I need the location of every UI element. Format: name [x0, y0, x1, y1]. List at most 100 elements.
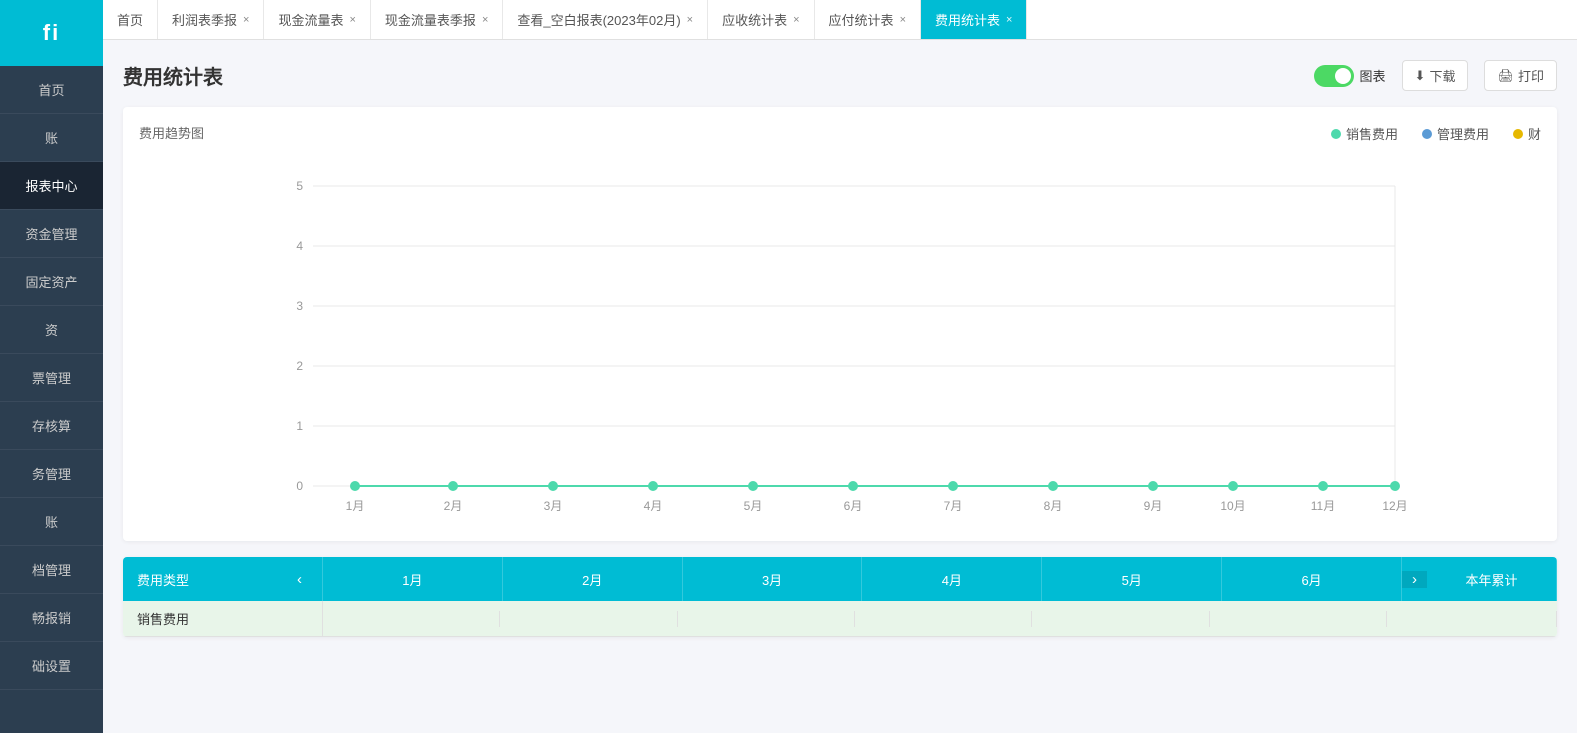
- svg-text:9月: 9月: [1144, 499, 1163, 513]
- sidebar-item-inventory[interactable]: 存核算: [0, 402, 103, 450]
- tab-blank-report[interactable]: 查看_空白报表(2023年02月) ×: [503, 0, 708, 39]
- print-label: 打印: [1518, 66, 1544, 85]
- svg-text:2月: 2月: [444, 499, 463, 513]
- dot-feb: [448, 481, 458, 491]
- page-title: 费用统计表: [123, 61, 223, 90]
- svg-text:1: 1: [296, 419, 303, 433]
- th-month-2: 2月: [503, 557, 683, 601]
- sidebar-item-archive[interactable]: 档管理: [0, 546, 103, 594]
- dot-dec: [1390, 481, 1400, 491]
- trend-chart: 5 4 3 2 1 0: [139, 152, 1541, 522]
- sidebar-item-funds[interactable]: 资金管理: [0, 210, 103, 258]
- svg-text:5: 5: [296, 179, 303, 193]
- legend-sales-label: 销售费用: [1346, 124, 1398, 143]
- td-sales-m3: [678, 611, 855, 627]
- sidebar-item-home[interactable]: 首页: [0, 66, 103, 114]
- dot-mar: [548, 481, 558, 491]
- sidebar-item-service[interactable]: 务管理: [0, 450, 103, 498]
- dot-nov: [1318, 481, 1328, 491]
- svg-text:1月: 1月: [346, 499, 365, 513]
- tab-receivable[interactable]: 应收统计表 ×: [708, 0, 814, 39]
- svg-text:5月: 5月: [744, 499, 763, 513]
- data-table: 费用类型 ‹ 1月 2月 3月 4月 5月 6月 › 本年累计 销售费用: [123, 557, 1557, 637]
- download-button[interactable]: ⬇ 下载: [1402, 60, 1469, 91]
- dot-apr: [648, 481, 658, 491]
- tab-expense-stats[interactable]: 费用统计表 ×: [921, 0, 1027, 39]
- close-tab-receivable[interactable]: ×: [793, 14, 799, 26]
- tab-profit-quarterly[interactable]: 利润表季报 ×: [158, 0, 264, 39]
- svg-text:12月: 12月: [1382, 499, 1407, 513]
- sidebar-item-assets[interactable]: 固定资产: [0, 258, 103, 306]
- chart-toggle-label: 图表: [1314, 65, 1386, 87]
- main-area: 首页 利润表季报 × 现金流量表 × 现金流量表季报 × 查看_空白报表(202…: [103, 0, 1577, 733]
- th-month-6: 6月: [1222, 557, 1402, 601]
- chart-container: 5 4 3 2 1 0: [139, 152, 1541, 525]
- download-icon: ⬇: [1415, 68, 1426, 84]
- dot-jan: [350, 481, 360, 491]
- close-tab-cashflow-quarterly[interactable]: ×: [482, 14, 488, 26]
- table-header: 费用类型 ‹ 1月 2月 3月 4月 5月 6月 › 本年累计: [123, 557, 1557, 601]
- close-tab-payable[interactable]: ×: [900, 14, 906, 26]
- content-area: 费用统计表 图表 ⬇ 下载 🖨 打印 费用趋势图: [103, 40, 1577, 733]
- close-tab-cashflow[interactable]: ×: [349, 14, 355, 26]
- svg-text:4: 4: [296, 239, 303, 253]
- svg-text:3: 3: [296, 299, 303, 313]
- table-row-sales: 销售费用: [123, 601, 1557, 637]
- th-year-total: 本年累计: [1427, 557, 1557, 601]
- chart-legend: 销售费用 管理费用 财: [1331, 124, 1541, 143]
- close-tab-expense-stats[interactable]: ×: [1006, 14, 1012, 26]
- tab-cashflow-quarterly[interactable]: 现金流量表季报 ×: [371, 0, 503, 39]
- dot-sep: [1148, 481, 1158, 491]
- tab-cashflow[interactable]: 现金流量表 ×: [264, 0, 370, 39]
- tab-payable[interactable]: 应付统计表 ×: [815, 0, 921, 39]
- chart-toggle-text: 图表: [1360, 66, 1386, 85]
- sidebar-item-capital[interactable]: 资: [0, 306, 103, 354]
- sidebar-item-tickets[interactable]: 票管理: [0, 354, 103, 402]
- svg-text:7月: 7月: [944, 499, 963, 513]
- dot-may: [748, 481, 758, 491]
- legend-sales: 销售费用: [1331, 124, 1398, 143]
- svg-text:3月: 3月: [544, 499, 563, 513]
- chart-toggle[interactable]: [1314, 65, 1354, 87]
- legend-finance-label: 财: [1528, 124, 1541, 143]
- tab-home[interactable]: 首页: [103, 0, 158, 39]
- close-tab-blank-report[interactable]: ×: [687, 14, 693, 26]
- nav-next-button[interactable]: ›: [1402, 571, 1427, 588]
- svg-text:8月: 8月: [1044, 499, 1063, 513]
- th-month-1: 1月: [323, 557, 503, 601]
- sidebar: fi 首页 账 报表中心 资金管理 固定资产 资 票管理 存核算 务管理 账 档…: [0, 0, 103, 733]
- chart-card: 费用趋势图 销售费用 管理费用 财: [123, 107, 1557, 541]
- legend-admin-dot: [1422, 129, 1432, 139]
- td-type-sales: 销售费用: [123, 601, 323, 636]
- th-month-5: 5月: [1042, 557, 1222, 601]
- print-button[interactable]: 🖨 打印: [1484, 60, 1557, 91]
- chart-title: 费用趋势图: [139, 123, 204, 142]
- legend-sales-dot: [1331, 129, 1341, 139]
- svg-text:6月: 6月: [844, 499, 863, 513]
- dot-aug: [1048, 481, 1058, 491]
- legend-admin-label: 管理费用: [1437, 124, 1489, 143]
- td-sales-m6: [1210, 611, 1387, 627]
- sidebar-item-account[interactable]: 账: [0, 114, 103, 162]
- close-tab-profit-quarterly[interactable]: ×: [243, 14, 249, 26]
- download-label: 下载: [1429, 66, 1455, 85]
- td-sales-m5: [1032, 611, 1209, 627]
- dot-jul: [948, 481, 958, 491]
- td-sales-m2: [500, 611, 677, 627]
- td-sales-m4: [855, 611, 1032, 627]
- nav-prev-button[interactable]: ‹: [291, 571, 308, 588]
- svg-text:10月: 10月: [1220, 499, 1245, 513]
- svg-text:2: 2: [296, 359, 303, 373]
- legend-finance-dot: [1513, 129, 1523, 139]
- th-type-label: 费用类型: [137, 570, 189, 589]
- sidebar-item-settings[interactable]: 础设置: [0, 642, 103, 690]
- page-header: 费用统计表 图表 ⬇ 下载 🖨 打印: [123, 60, 1557, 91]
- dot-oct: [1228, 481, 1238, 491]
- svg-text:11月: 11月: [1311, 499, 1335, 513]
- print-icon: 🖨: [1497, 68, 1514, 84]
- svg-text:0: 0: [296, 479, 303, 493]
- sidebar-item-reports[interactable]: 报表中心: [0, 162, 103, 210]
- th-month-4: 4月: [862, 557, 1042, 601]
- sidebar-item-expense[interactable]: 畅报销: [0, 594, 103, 642]
- sidebar-item-ledger[interactable]: 账: [0, 498, 103, 546]
